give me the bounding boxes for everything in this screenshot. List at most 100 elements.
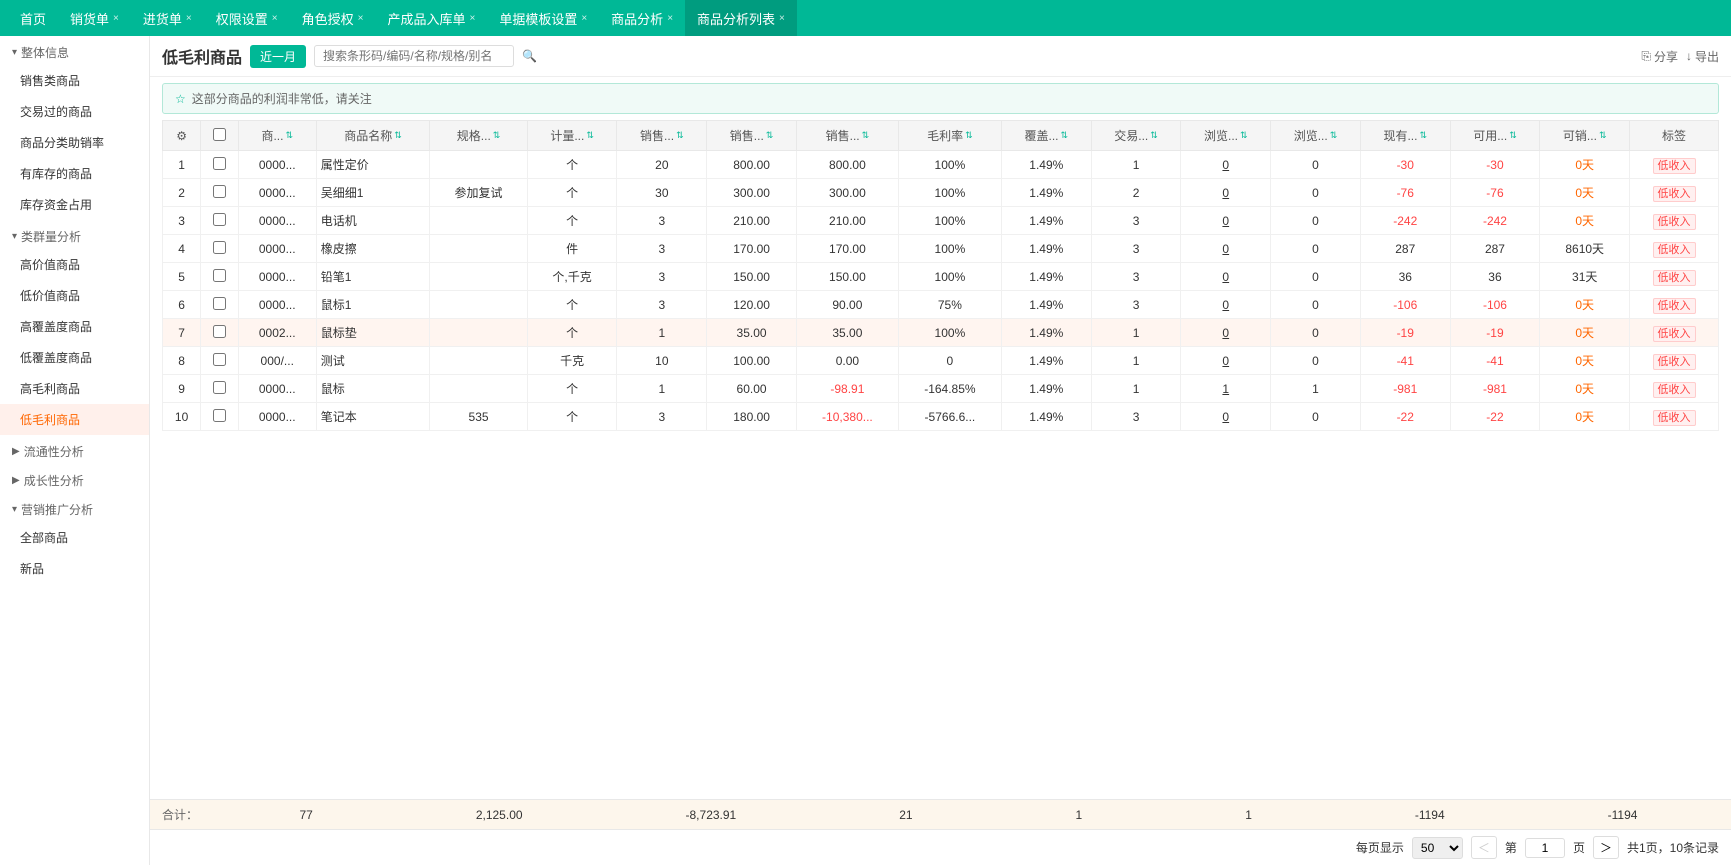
row-checkbox[interactable] [213, 185, 226, 198]
row-browse1[interactable]: 0 [1181, 319, 1271, 347]
col-coverage[interactable]: 覆盖... ⇅ [1001, 121, 1091, 151]
sidebar-item-stock-capital[interactable]: 库存资金占用 [0, 189, 149, 220]
close-analysis-list-icon[interactable]: × [779, 13, 785, 24]
col-browse1[interactable]: 浏览... ⇅ [1181, 121, 1271, 151]
row-checkbox[interactable] [213, 353, 226, 366]
row-browse1[interactable]: 0 [1181, 151, 1271, 179]
row-browse1[interactable]: 0 [1181, 347, 1271, 375]
close-permissions-icon[interactable]: × [272, 13, 278, 24]
close-analysis-icon[interactable]: × [667, 13, 673, 24]
sidebar-item-traded-products[interactable]: 交易过的商品 [0, 96, 149, 127]
sidebar-item-low-value[interactable]: 低价值商品 [0, 280, 149, 311]
row-spec [430, 235, 527, 263]
row-checkbox-cell[interactable] [201, 179, 239, 207]
sidebar-item-low-margin[interactable]: 低毛利商品 [0, 404, 149, 435]
col-name[interactable]: 商品名称 ⇅ [316, 121, 430, 151]
col-available[interactable]: 可用... ⇅ [1450, 121, 1540, 151]
filter-period-button[interactable]: 近一月 [250, 45, 306, 68]
search-icon[interactable]: 🔍 [522, 49, 537, 63]
close-roles-icon[interactable]: × [358, 13, 364, 24]
col-transactions[interactable]: 交易... ⇅ [1091, 121, 1181, 151]
sidebar-item-high-value[interactable]: 高价值商品 [0, 249, 149, 280]
col-sales-profit[interactable]: 销售... ⇅ [796, 121, 898, 151]
row-checkbox-cell[interactable] [201, 151, 239, 179]
row-name: 电话机 [316, 207, 430, 235]
row-checkbox[interactable] [213, 409, 226, 422]
per-page-select[interactable]: 50 100 200 [1412, 837, 1463, 859]
sidebar-group-overall[interactable]: ▾ 整体信息 [0, 36, 149, 65]
row-checkbox-cell[interactable] [201, 263, 239, 291]
row-browse1[interactable]: 0 [1181, 403, 1271, 431]
sidebar-item-category-rate[interactable]: 商品分类助销率 [0, 127, 149, 158]
row-no: 6 [163, 291, 201, 319]
row-checkbox[interactable] [213, 213, 226, 226]
row-checkbox[interactable] [213, 157, 226, 170]
next-page-button[interactable]: ＞ [1593, 836, 1619, 859]
row-checkbox[interactable] [213, 381, 226, 394]
row-checkbox-cell[interactable] [201, 375, 239, 403]
export-button[interactable]: ↓ 导出 [1686, 48, 1719, 65]
sidebar-item-all-products[interactable]: 全部商品 [0, 522, 149, 553]
sidebar-item-high-margin[interactable]: 高毛利商品 [0, 373, 149, 404]
sidebar-item-sales-products[interactable]: 销售类商品 [0, 65, 149, 96]
table-container: ⚙ 商... ⇅ 商品名称 [150, 120, 1731, 799]
nav-item-permissions[interactable]: 权限设置 × [204, 0, 290, 36]
row-checkbox-cell[interactable] [201, 319, 239, 347]
nav-item-templates[interactable]: 单据模板设置 × [487, 0, 599, 36]
row-checkbox[interactable] [213, 241, 226, 254]
nav-item-home[interactable]: 首页 [8, 0, 58, 36]
col-sales-amt[interactable]: 销售... ⇅ [707, 121, 797, 151]
col-browse2[interactable]: 浏览... ⇅ [1271, 121, 1361, 151]
col-settings[interactable]: ⚙ [163, 121, 201, 151]
settings-icon[interactable]: ⚙ [176, 129, 187, 143]
share-button[interactable]: ⎘ 分享 [1641, 48, 1678, 65]
col-sales-qty[interactable]: 销售... ⇅ [617, 121, 707, 151]
nav-item-sales[interactable]: 销货单 × [58, 0, 131, 36]
row-checkbox-cell[interactable] [201, 235, 239, 263]
nav-item-purchase[interactable]: 进货单 × [131, 0, 204, 36]
sidebar-item-stocked-products[interactable]: 有库存的商品 [0, 158, 149, 189]
page-number-input[interactable] [1525, 838, 1565, 858]
col-unit[interactable]: 计量... ⇅ [527, 121, 617, 151]
sidebar-group-marketing[interactable]: ▾ 营销推广分析 [0, 493, 149, 522]
row-no: 10 [163, 403, 201, 431]
nav-item-roles[interactable]: 角色授权 × [290, 0, 376, 36]
sidebar-group-growth[interactable]: ▶ 成长性分析 [0, 464, 149, 493]
row-browse1[interactable]: 0 [1181, 207, 1271, 235]
sidebar-group-cluster[interactable]: ▾ 类群量分析 [0, 220, 149, 249]
select-all-checkbox[interactable] [213, 128, 226, 141]
prev-page-button[interactable]: ＜ [1471, 836, 1497, 859]
row-checkbox[interactable] [213, 297, 226, 310]
col-checkbox-header[interactable] [201, 121, 239, 151]
row-checkbox-cell[interactable] [201, 403, 239, 431]
sidebar-item-new-products[interactable]: 新品 [0, 553, 149, 584]
col-spec[interactable]: 规格... ⇅ [430, 121, 527, 151]
row-browse1[interactable]: 1 [1181, 375, 1271, 403]
col-code[interactable]: 商... ⇅ [238, 121, 316, 151]
row-browse1[interactable]: 0 [1181, 235, 1271, 263]
nav-item-analysis[interactable]: 商品分析 × [599, 0, 685, 36]
close-products-in-icon[interactable]: × [469, 13, 475, 24]
sort-icon-7: ⇅ [862, 130, 870, 141]
search-input[interactable] [314, 45, 514, 67]
sidebar-group-liquidity[interactable]: ▶ 流通性分析 [0, 435, 149, 464]
sidebar-item-low-coverage[interactable]: 低覆盖度商品 [0, 342, 149, 373]
row-checkbox-cell[interactable] [201, 291, 239, 319]
row-browse1[interactable]: 0 [1181, 291, 1271, 319]
row-checkbox[interactable] [213, 269, 226, 282]
close-sales-icon[interactable]: × [113, 13, 119, 24]
col-saleable[interactable]: 可销... ⇅ [1540, 121, 1630, 151]
nav-item-analysis-list[interactable]: 商品分析列表 × [685, 0, 797, 36]
sidebar-item-high-coverage[interactable]: 高覆盖度商品 [0, 311, 149, 342]
row-checkbox[interactable] [213, 325, 226, 338]
close-templates-icon[interactable]: × [581, 13, 587, 24]
col-profit-rate[interactable]: 毛利率 ⇅ [898, 121, 1001, 151]
row-checkbox-cell[interactable] [201, 207, 239, 235]
row-browse1[interactable]: 0 [1181, 263, 1271, 291]
row-checkbox-cell[interactable] [201, 347, 239, 375]
nav-item-products-in[interactable]: 产成品入库单 × [375, 0, 487, 36]
col-stock[interactable]: 现有... ⇅ [1360, 121, 1450, 151]
close-purchase-icon[interactable]: × [186, 13, 192, 24]
row-browse1[interactable]: 0 [1181, 179, 1271, 207]
row-name: 吴细细1 [316, 179, 430, 207]
